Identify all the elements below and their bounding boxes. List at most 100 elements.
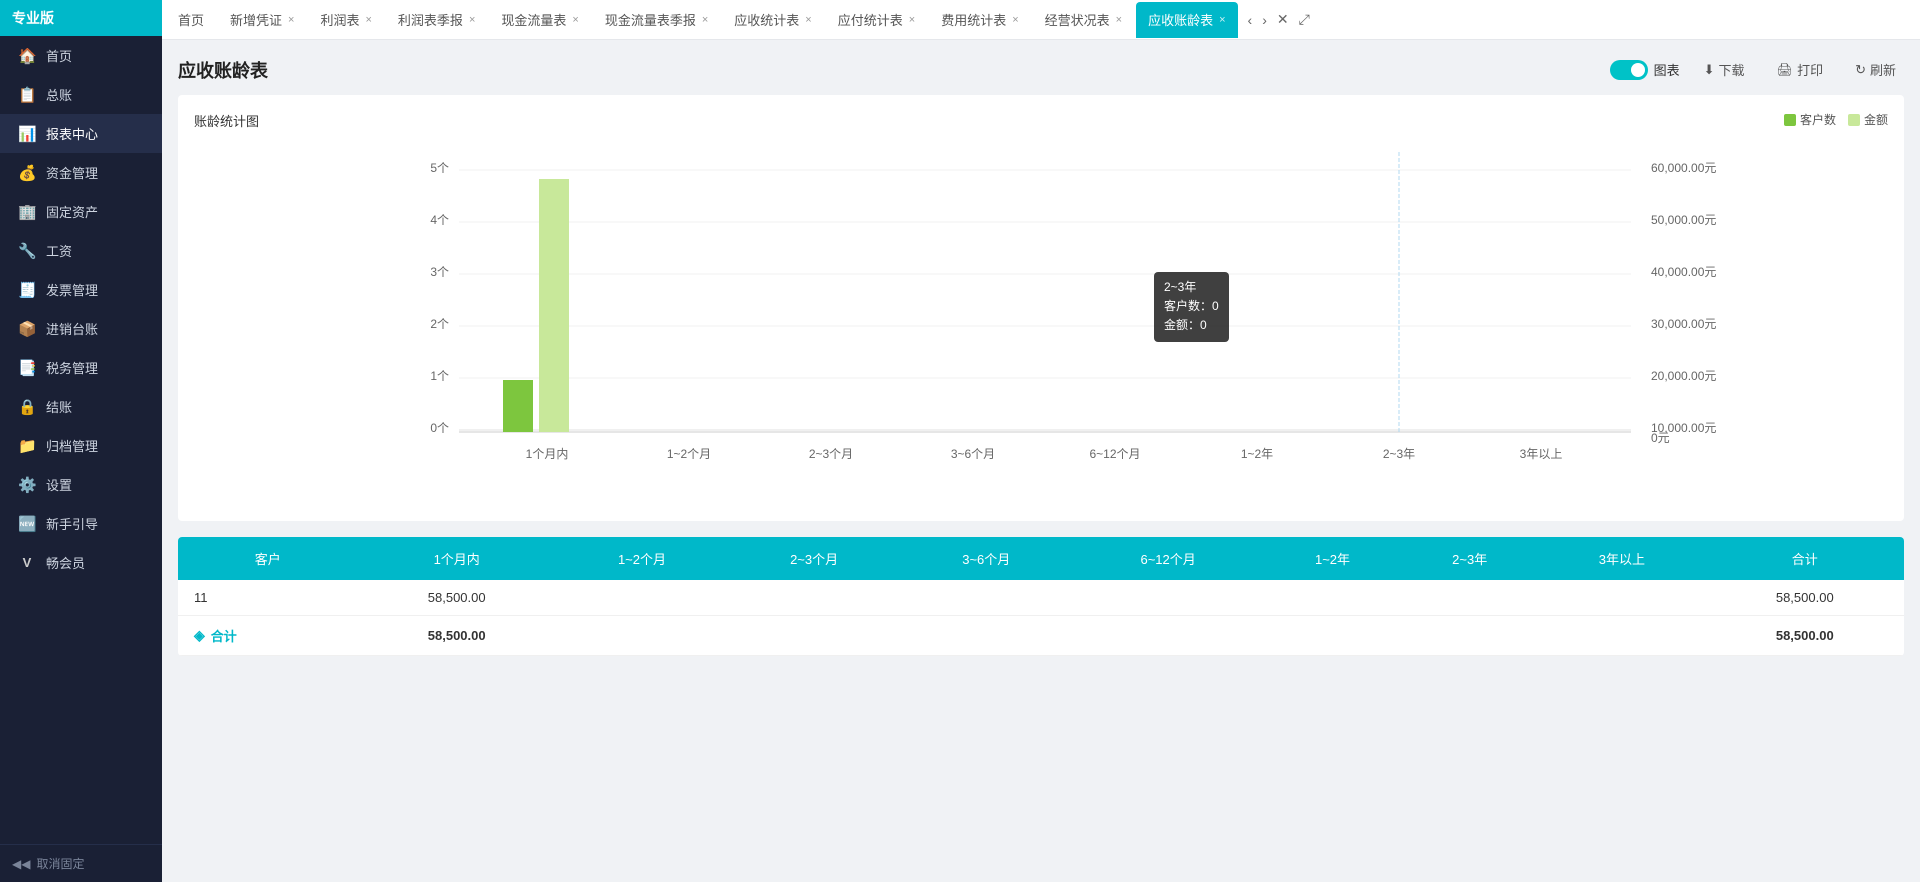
sidebar-item-salary[interactable]: 🔧 工资	[0, 231, 162, 270]
print-icon: 🖨	[1777, 62, 1794, 78]
col-612mo: 6~12个月	[1072, 537, 1264, 580]
chart-toggle[interactable]	[1610, 60, 1648, 80]
total-23mo	[728, 616, 900, 656]
settings-icon: ⚙️	[18, 476, 36, 494]
cell-12yr	[1264, 580, 1401, 616]
total-36mo	[900, 616, 1072, 656]
total-3plus	[1538, 616, 1705, 656]
tab-home[interactable]: 首页	[166, 2, 216, 38]
chart-svg: 5个 4个 3个 2个 1个 0个 60,000.00元 50,000.00元 …	[194, 142, 1888, 502]
total-12mo	[556, 616, 728, 656]
tab-profit-quarterly[interactable]: 利润表季报 ×	[386, 2, 487, 38]
guide-icon: 🆕	[18, 515, 36, 533]
svg-text:3年以上: 3年以上	[1520, 447, 1563, 461]
invoice-icon: 🧾	[18, 281, 36, 299]
svg-text:2个: 2个	[430, 317, 449, 331]
total-612mo	[1072, 616, 1264, 656]
sidebar-item-home[interactable]: 🏠 首页	[0, 36, 162, 75]
svg-text:50,000.00元: 50,000.00元	[1651, 213, 1716, 227]
tab-close-business-stat[interactable]: ×	[1116, 14, 1122, 26]
tab-close-receivable-stat[interactable]: ×	[805, 14, 811, 26]
tab-close-all-button[interactable]: ✕	[1273, 9, 1293, 30]
chart-card: 账龄统计图 客户数 金额 5个 4个 3个 2个 1个	[178, 95, 1904, 521]
total-23yr	[1401, 616, 1538, 656]
tab-cashflow[interactable]: 现金流量表 ×	[489, 2, 590, 38]
sidebar-item-ledger[interactable]: 📋 总账	[0, 75, 162, 114]
tab-receivable-stat[interactable]: 应收统计表 ×	[722, 2, 823, 38]
main-content: 首页 新增凭证 × 利润表 × 利润表季报 × 现金流量表 × 现金流量表季报 …	[162, 0, 1920, 882]
page-title: 应收账龄表	[178, 57, 268, 83]
svg-text:20,000.00元: 20,000.00元	[1651, 369, 1716, 383]
tab-business-stat[interactable]: 经营状况表 ×	[1033, 2, 1134, 38]
tab-close-cashflow[interactable]: ×	[572, 14, 578, 26]
tab-profit[interactable]: 利润表 ×	[308, 2, 383, 38]
total-total: 58,500.00	[1706, 616, 1904, 656]
legend-amount-color	[1848, 114, 1860, 126]
download-icon: ⬇	[1704, 62, 1715, 78]
tab-close-payable-stat[interactable]: ×	[909, 14, 915, 26]
tab-prev-button[interactable]: ‹	[1244, 10, 1257, 30]
sidebar-item-invoice[interactable]: 🧾 发票管理	[0, 270, 162, 309]
total-1mo: 58,500.00	[357, 616, 555, 656]
col-23mo: 2~3个月	[728, 537, 900, 580]
sidebar-item-close[interactable]: 🔒 结账	[0, 387, 162, 426]
sidebar-item-assets[interactable]: 🏢 固定资产	[0, 192, 162, 231]
salary-icon: 🔧	[18, 242, 36, 260]
print-button[interactable]: 🖨 打印	[1769, 56, 1832, 83]
tab-voucher[interactable]: 新增凭证 ×	[218, 2, 306, 38]
sidebar-item-settings[interactable]: ⚙️ 设置	[0, 465, 162, 504]
tab-close-profit[interactable]: ×	[365, 14, 371, 26]
cell-612mo	[1072, 580, 1264, 616]
download-button[interactable]: ⬇ 下载	[1696, 56, 1753, 83]
svg-text:5个: 5个	[430, 161, 449, 175]
cell-1mo: 58,500.00	[357, 580, 555, 616]
sidebar-item-tax[interactable]: 📑 税务管理	[0, 348, 162, 387]
svg-text:4个: 4个	[430, 213, 449, 227]
legend-customer: 客户数	[1784, 111, 1836, 128]
svg-text:2~3年: 2~3年	[1383, 447, 1415, 461]
chart-toggle-wrap: 图表	[1610, 60, 1680, 80]
tab-cashflow-quarterly[interactable]: 现金流量表季报 ×	[593, 2, 720, 38]
legend-customer-color	[1784, 114, 1796, 126]
col-12mo: 1~2个月	[556, 537, 728, 580]
tab-close-profit-quarterly[interactable]: ×	[469, 14, 475, 26]
page-content-area: 应收账龄表 图表 ⬇ 下载 🖨 打印 ↻ 刷新	[162, 40, 1920, 882]
sidebar-item-reports[interactable]: 📊 报表中心	[0, 114, 162, 153]
tab-payable-stat[interactable]: 应付统计表 ×	[826, 2, 927, 38]
svg-text:40,000.00元: 40,000.00元	[1651, 265, 1716, 279]
home-icon: 🏠	[18, 47, 36, 65]
chart-svg-wrap: 5个 4个 3个 2个 1个 0个 60,000.00元 50,000.00元 …	[194, 142, 1888, 505]
tab-close-expense-stat[interactable]: ×	[1012, 14, 1018, 26]
sidebar-item-funds[interactable]: 💰 资金管理	[0, 153, 162, 192]
cell-36mo	[900, 580, 1072, 616]
tab-next-button[interactable]: ›	[1258, 10, 1271, 30]
sidebar-item-sales[interactable]: 📦 进销台账	[0, 309, 162, 348]
svg-text:1~2年: 1~2年	[1241, 447, 1273, 461]
tab-bar: 首页 新增凭证 × 利润表 × 利润表季报 × 现金流量表 × 现金流量表季报 …	[162, 0, 1920, 40]
tab-close-cashflow-quarterly[interactable]: ×	[702, 14, 708, 26]
sidebar-item-archive[interactable]: 📁 归档管理	[0, 426, 162, 465]
table-body: 11 58,500.00 58,500.00 ◈ 合计 5	[178, 580, 1904, 656]
tab-aging[interactable]: 应收账龄表 ×	[1136, 2, 1237, 38]
col-36mo: 3~6个月	[900, 537, 1072, 580]
archive-icon: 📁	[18, 437, 36, 455]
total-label-cell: ◈ 合计	[178, 616, 357, 655]
total-icon: ◈	[194, 627, 205, 644]
tab-expense-stat[interactable]: 费用统计表 ×	[929, 2, 1030, 38]
refresh-button[interactable]: ↻ 刷新	[1847, 56, 1904, 83]
tax-icon: 📑	[18, 359, 36, 377]
page-header: 应收账龄表 图表 ⬇ 下载 🖨 打印 ↻ 刷新	[178, 56, 1904, 83]
sidebar: 专业版 🏠 首页 📋 总账 📊 报表中心 💰 资金管理 🏢 固定资产 🔧 工资 …	[0, 0, 162, 882]
table-header: 客户 1个月内 1~2个月 2~3个月 3~6个月 6~12个月 1~2年 2~…	[178, 537, 1904, 580]
sidebar-pin-toggle[interactable]: ◀◀ 取消固定	[0, 844, 162, 882]
cell-12mo	[556, 580, 728, 616]
page-actions: 图表 ⬇ 下载 🖨 打印 ↻ 刷新	[1610, 56, 1904, 83]
svg-text:0个: 0个	[430, 421, 449, 435]
tab-close-aging[interactable]: ×	[1219, 14, 1225, 26]
sidebar-logo: 专业版	[0, 0, 162, 36]
tab-maximize-button[interactable]: ⤢	[1295, 9, 1314, 30]
sidebar-item-vip[interactable]: V 畅会员	[0, 543, 162, 582]
tab-close-voucher[interactable]: ×	[288, 14, 294, 26]
sidebar-item-guide[interactable]: 🆕 新手引导	[0, 504, 162, 543]
cell-3plus	[1538, 580, 1705, 616]
